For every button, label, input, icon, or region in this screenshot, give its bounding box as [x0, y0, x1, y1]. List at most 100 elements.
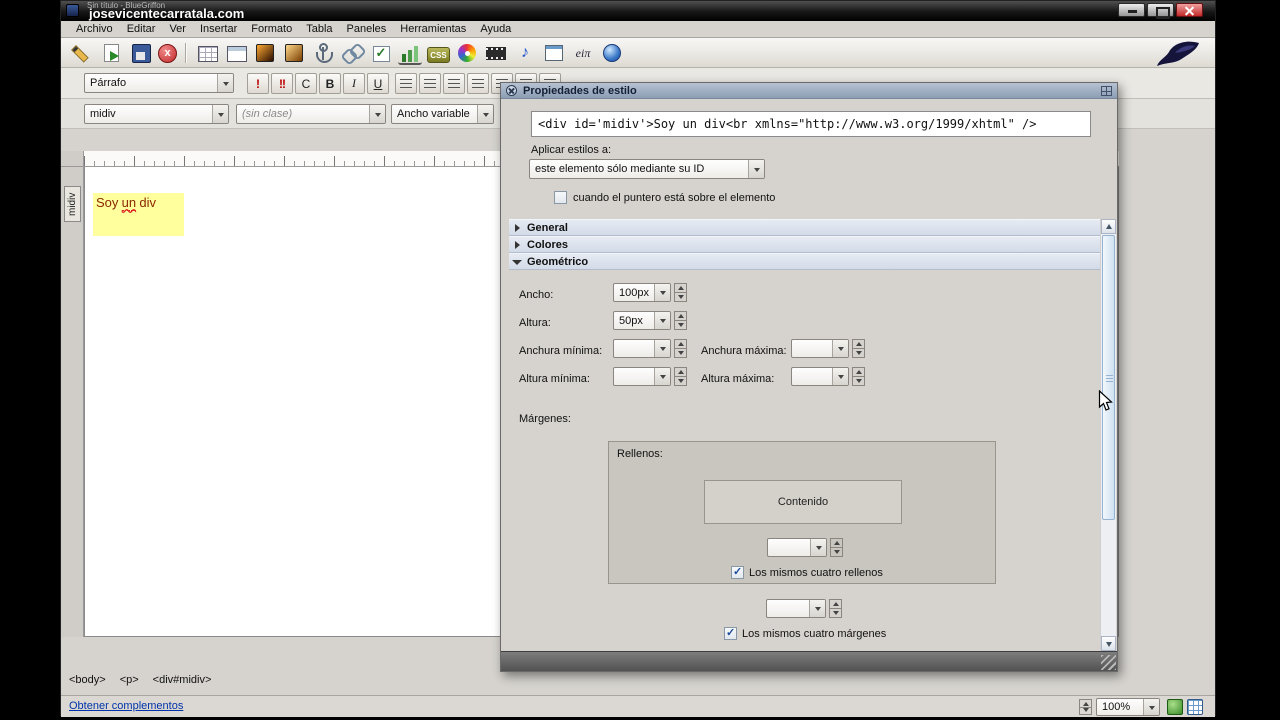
height-combobox[interactable]: 50px: [613, 311, 671, 330]
menu-bar: Archivo Editar Ver Insertar Formato Tabla Pane…: [61, 21, 1215, 38]
menu-herramientas[interactable]: Herramientas: [393, 22, 473, 36]
menu-paneles[interactable]: Paneles: [340, 22, 394, 36]
menu-tabla[interactable]: Tabla: [299, 22, 339, 36]
image-icon[interactable]: [253, 41, 277, 65]
max-height-combobox[interactable]: [791, 367, 849, 386]
same-margins-label: Los mismos cuatro márgenes: [742, 628, 887, 640]
maximize-button[interactable]: [1147, 3, 1174, 19]
hover-state-label: cuando el puntero está sobre el elemento: [573, 192, 776, 204]
format-buttons: !!! C B I U: [247, 73, 389, 94]
dialog-dock-icon[interactable]: [1101, 86, 1112, 96]
menu-formato[interactable]: Formato: [244, 22, 299, 36]
max-width-combobox[interactable]: [791, 339, 849, 358]
breadcrumb-p[interactable]: <p>: [120, 674, 139, 686]
margin-combobox[interactable]: [766, 599, 826, 618]
save-icon[interactable]: [129, 41, 153, 65]
min-width-spinner[interactable]: [674, 339, 687, 358]
section-geometrico[interactable]: Geométrico: [509, 253, 1102, 270]
scroll-up-icon[interactable]: [1101, 219, 1116, 234]
anchor-icon[interactable]: [311, 41, 335, 65]
addons-link[interactable]: Obtener complementos: [69, 700, 183, 712]
editor-styled-div[interactable]: Soy un div: [93, 193, 184, 236]
paddings-panel: Rellenos: Contenido Los mismos cuatro re…: [608, 441, 996, 584]
padding-spinner[interactable]: [830, 538, 843, 557]
min-height-spinner[interactable]: [674, 367, 687, 386]
outdent-button[interactable]: [443, 73, 465, 94]
bullet-list-button[interactable]: [395, 73, 417, 94]
padding-combobox[interactable]: [767, 538, 827, 557]
form-icon[interactable]: ✓: [369, 41, 393, 65]
section-general[interactable]: General: [509, 219, 1102, 236]
window-titlebar[interactable]: Sin título - BlueGriffon josevicentecarr…: [61, 1, 1215, 21]
insert-table-icon[interactable]: [195, 41, 219, 65]
paddings-title: Rellenos:: [617, 448, 663, 460]
gradient-icon[interactable]: [282, 41, 306, 65]
minimize-button[interactable]: [1118, 3, 1145, 17]
menu-ayuda[interactable]: Ayuda: [473, 22, 518, 36]
chart-icon[interactable]: [398, 41, 422, 65]
main-toolbar: x ✓ CSS ♪ eiπ: [61, 38, 1215, 68]
same-margins-checkbox[interactable]: [724, 626, 737, 640]
breadcrumb-body[interactable]: <body>: [69, 674, 106, 686]
zoom-combobox[interactable]: 100%: [1096, 698, 1160, 716]
height-spinner[interactable]: [674, 311, 687, 330]
mathml-icon[interactable]: eiπ: [571, 41, 595, 65]
max-width-spinner[interactable]: [852, 339, 865, 358]
open-file-icon[interactable]: [100, 41, 124, 65]
web-globe-icon[interactable]: [600, 41, 624, 65]
stop-icon[interactable]: x: [158, 43, 177, 63]
strong-button[interactable]: !!: [271, 73, 293, 94]
min-width-combobox[interactable]: [613, 339, 671, 358]
indent-button[interactable]: [467, 73, 489, 94]
same-paddings-checkbox[interactable]: [731, 565, 744, 579]
close-button[interactable]: [1176, 3, 1203, 17]
zoom-spinner[interactable]: [1079, 699, 1092, 715]
chevron-down-icon: [654, 284, 670, 301]
width-combobox[interactable]: 100px: [613, 283, 671, 302]
dialog-close-icon[interactable]: [506, 85, 517, 96]
apply-styles-label: Aplicar estilos a:: [531, 144, 612, 156]
bold-button[interactable]: B: [319, 73, 341, 94]
element-id-combobox[interactable]: midiv: [84, 104, 229, 124]
breadcrumb-div-midiv[interactable]: <div#midiv>: [153, 674, 212, 686]
scrollbar-thumb[interactable]: [1102, 235, 1115, 520]
apply-styles-combobox[interactable]: este elemento sólo mediante su ID: [529, 159, 765, 179]
video-icon[interactable]: [484, 41, 508, 65]
compose-pencil-icon[interactable]: [71, 41, 95, 65]
bluegriffon-logo-icon: [1157, 41, 1199, 66]
menu-archivo[interactable]: Archivo: [69, 22, 120, 36]
color-palette-icon[interactable]: [455, 41, 479, 65]
element-class-combobox[interactable]: (sin clase): [236, 104, 386, 124]
css-properties-icon[interactable]: CSS: [427, 47, 450, 63]
width-mode-combobox[interactable]: Ancho variable: [391, 104, 494, 124]
min-height-combobox[interactable]: [613, 367, 671, 386]
preview-icon[interactable]: [1167, 699, 1183, 715]
chevron-down-icon: [654, 340, 670, 357]
numbered-list-button[interactable]: [419, 73, 441, 94]
menu-insertar[interactable]: Insertar: [193, 22, 244, 36]
menu-ver[interactable]: Ver: [162, 22, 193, 36]
dialog-title: Propiedades de estilo: [523, 84, 637, 97]
max-height-spinner[interactable]: [852, 367, 865, 386]
underline-button[interactable]: U: [367, 73, 389, 94]
iframe-icon[interactable]: [542, 41, 566, 65]
dual-view-icon[interactable]: [1187, 699, 1203, 715]
menu-editar[interactable]: Editar: [120, 22, 163, 36]
dialog-resize-bar[interactable]: [501, 651, 1117, 671]
code-button[interactable]: C: [295, 73, 317, 94]
margin-spinner[interactable]: [829, 599, 842, 618]
dialog-titlebar[interactable]: Propiedades de estilo: [501, 83, 1117, 99]
element-marker-tab[interactable]: midiv: [64, 186, 81, 222]
link-icon[interactable]: [340, 41, 364, 65]
width-spinner[interactable]: [674, 283, 687, 302]
dialog-scrollbar[interactable]: [1100, 219, 1116, 651]
emphasis-button[interactable]: !: [247, 73, 269, 94]
hover-state-checkbox[interactable]: [554, 191, 567, 204]
audio-icon[interactable]: ♪: [513, 41, 537, 65]
table-properties-icon[interactable]: [224, 41, 248, 65]
section-colores[interactable]: Colores: [509, 236, 1102, 253]
paragraph-format-combobox[interactable]: Párrafo: [84, 73, 234, 93]
scroll-down-icon[interactable]: [1101, 636, 1116, 651]
min-width-label: Anchura mínima:: [519, 345, 603, 357]
italic-button[interactable]: I: [343, 73, 365, 94]
